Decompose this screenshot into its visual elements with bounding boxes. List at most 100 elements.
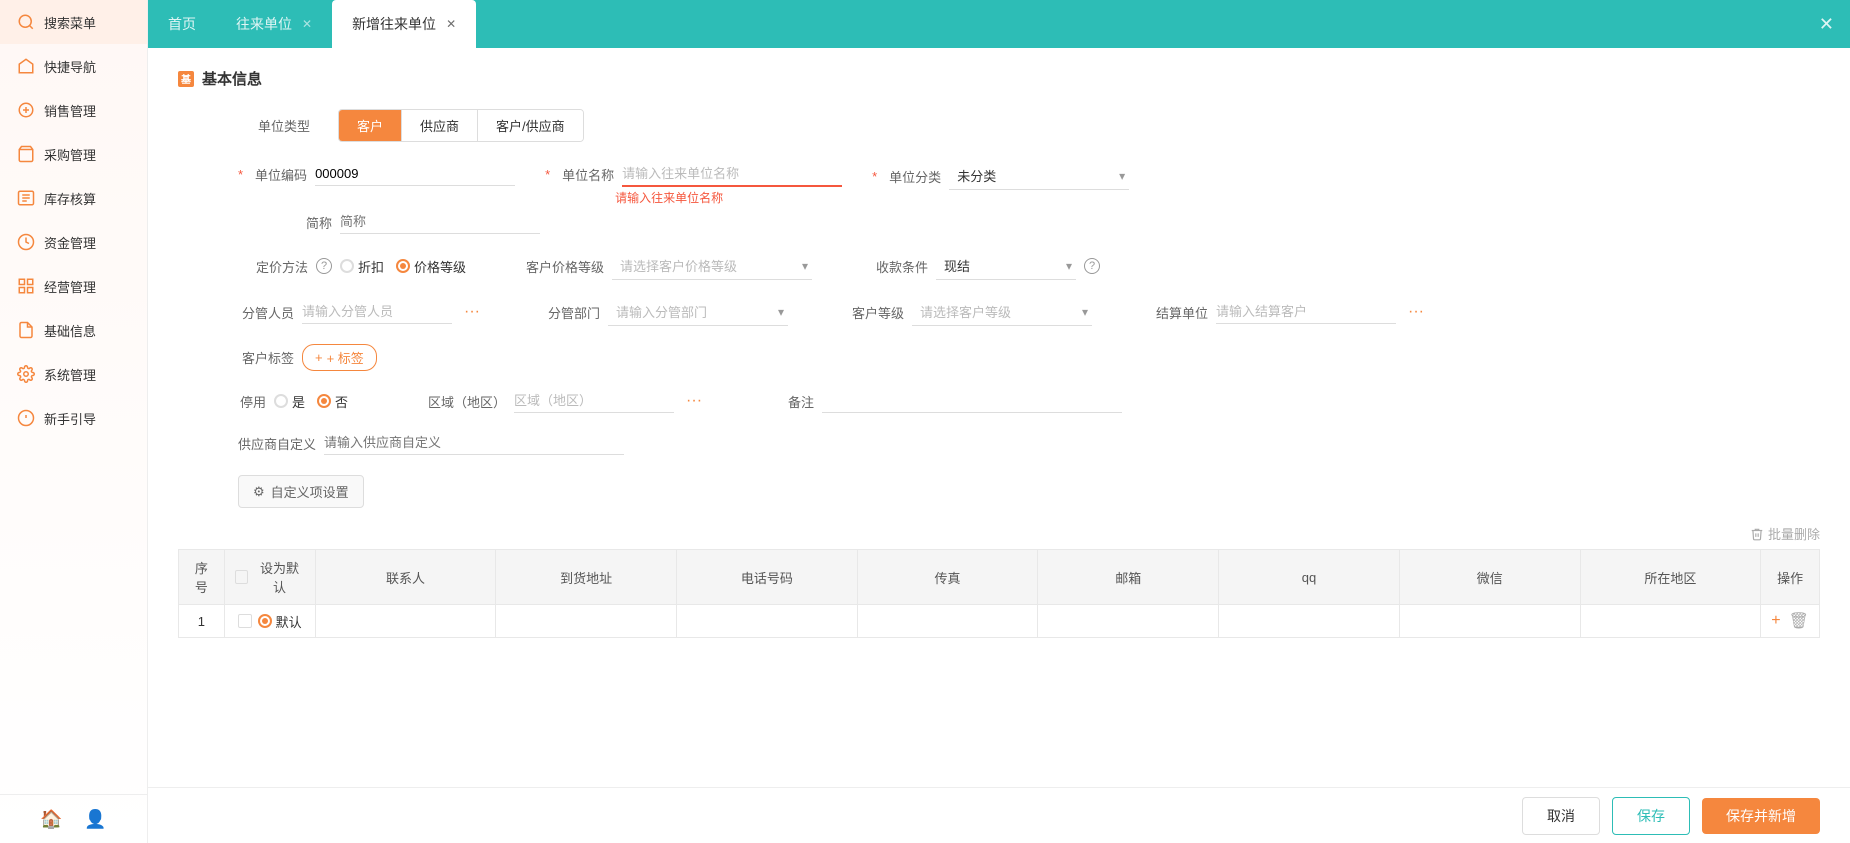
manager-ellipsis[interactable]: ··· (460, 303, 484, 321)
tab-new-partner-close[interactable]: ✕ (446, 17, 456, 31)
cell-email[interactable] (1038, 605, 1219, 638)
sidebar-item-purchase[interactable]: 采购管理 (0, 132, 147, 176)
sidebar-user-icon[interactable]: 👤 (76, 803, 116, 835)
cell-phone[interactable] (676, 605, 857, 638)
col-weixin: 微信 (1399, 550, 1580, 605)
dept-select[interactable]: 请输入分管部门 ▾ (608, 298, 788, 326)
payment-select[interactable]: 现结 ▾ (936, 252, 1076, 280)
cell-qq[interactable] (1219, 605, 1400, 638)
save-add-button[interactable]: 保存并新增 (1702, 798, 1820, 834)
unit-type-buttons: 客户 供应商 客户/供应商 (338, 109, 584, 142)
region-label: 区域（地区） (428, 392, 506, 411)
cell-fax[interactable] (857, 605, 1038, 638)
dept-placeholder: 请输入分管部门 (616, 302, 778, 321)
disable-radio-group: 是 否 (274, 392, 348, 411)
cancel-button[interactable]: 取消 (1522, 797, 1600, 835)
tab-partner[interactable]: 往来单位 ✕ (216, 0, 332, 48)
tag-add-button[interactable]: + + 标签 (302, 344, 377, 371)
row-add-button[interactable]: + (1771, 612, 1780, 630)
tab-partner-close[interactable]: ✕ (302, 17, 312, 31)
cell-address[interactable] (496, 605, 677, 638)
settlement-ellipsis[interactable]: ··· (1404, 303, 1428, 321)
sidebar-item-system[interactable]: 系统管理 (0, 352, 147, 396)
tab-home[interactable]: 首页 (148, 0, 216, 48)
unit-code-label: 单位编码 (251, 165, 307, 184)
sales-icon (16, 100, 36, 120)
region-ellipsis[interactable]: ··· (682, 392, 706, 410)
fax-input[interactable] (868, 614, 1028, 629)
form-footer: 取消 保存 保存并新增 (148, 787, 1850, 843)
sidebar-home-icon[interactable]: 🏠 (32, 803, 72, 835)
finance-icon (16, 232, 36, 252)
pricing-radio-discount[interactable]: 折扣 (340, 257, 384, 276)
unit-type-row: 单位类型 客户 供应商 客户/供应商 (238, 109, 1820, 142)
custom-settings-button[interactable]: ⚙ 自定义项设置 (238, 475, 364, 508)
sidebar-item-search-label: 搜索菜单 (44, 13, 96, 32)
row-checkbox[interactable] (238, 614, 252, 628)
sidebar-item-search[interactable]: 搜索菜单 (0, 0, 147, 44)
tag-add-label: + 标签 (327, 348, 364, 367)
abbr-input[interactable] (340, 210, 540, 234)
customer-price-arrow: ▾ (802, 259, 808, 273)
pricing-radio-price-level[interactable]: 价格等级 (396, 257, 466, 276)
batch-delete-button[interactable]: 批量删除 (1750, 524, 1820, 543)
sidebar-item-sales[interactable]: 销售管理 (0, 88, 147, 132)
sidebar-item-quick-nav-label: 快捷导航 (44, 57, 96, 76)
sidebar-item-system-label: 系统管理 (44, 365, 96, 384)
address-input[interactable] (506, 614, 666, 629)
table-select-all[interactable] (235, 570, 249, 584)
unit-category-select[interactable]: 未分类 ▾ (949, 162, 1129, 190)
email-input[interactable] (1048, 614, 1208, 629)
pricing-label: 定价方法 (238, 257, 308, 276)
remark-input[interactable] (822, 389, 1122, 413)
abbr-label: 简称 (304, 213, 332, 232)
type-btn-customer[interactable]: 客户 (339, 110, 402, 141)
sidebar-item-quick-nav[interactable]: 快捷导航 (0, 44, 147, 88)
cell-contact[interactable] (315, 605, 496, 638)
sidebar-item-operations[interactable]: 经营管理 (0, 264, 147, 308)
region-table-input[interactable] (1591, 614, 1751, 629)
pricing-help-icon[interactable]: ? (316, 258, 332, 274)
type-btn-both[interactable]: 客户/供应商 (478, 110, 583, 141)
qq-input[interactable] (1229, 614, 1389, 629)
sidebar-item-finance[interactable]: 资金管理 (0, 220, 147, 264)
contacts-table: 序号 设为默认 联系人 到货地址 电话号码 传真 邮箱 qq (178, 549, 1820, 638)
phone-input[interactable] (687, 614, 847, 629)
unit-name-input[interactable] (622, 162, 842, 187)
unit-code-input[interactable] (315, 162, 515, 186)
col-email: 邮箱 (1038, 550, 1219, 605)
col-qq: qq (1219, 550, 1400, 605)
col-address: 到货地址 (496, 550, 677, 605)
region-input[interactable] (514, 389, 674, 413)
sidebar-item-inventory[interactable]: 库存核算 (0, 176, 147, 220)
row-default-radio[interactable]: 默认 (258, 612, 302, 631)
cell-weixin[interactable] (1399, 605, 1580, 638)
manager-input[interactable] (302, 300, 452, 324)
tab-bar-close-all[interactable]: ✕ (1819, 14, 1834, 35)
sidebar-item-guide[interactable]: 新手引导 (0, 396, 147, 440)
tab-bar: 首页 往来单位 ✕ 新增往来单位 ✕ ✕ (148, 0, 1850, 48)
disable-radio-yes[interactable]: 是 (274, 392, 305, 411)
customer-price-label: 客户价格等级 (526, 257, 604, 276)
save-button[interactable]: 保存 (1612, 797, 1690, 835)
customer-level-select[interactable]: 请选择客户等级 ▾ (912, 298, 1092, 326)
row-default-label: 默认 (276, 612, 302, 631)
cell-region[interactable] (1580, 605, 1761, 638)
row-default-circle (258, 614, 272, 628)
settlement-input[interactable] (1216, 300, 1396, 324)
type-btn-supplier[interactable]: 供应商 (402, 110, 478, 141)
sidebar-item-basic-info[interactable]: 基础信息 (0, 308, 147, 352)
unit-category-label: 单位分类 (885, 167, 941, 186)
contact-input[interactable] (326, 614, 486, 629)
supplier-custom-input[interactable] (324, 431, 624, 455)
tab-partner-label: 往来单位 (236, 14, 292, 34)
row-delete-button[interactable]: 🗑 (1789, 611, 1809, 631)
weixin-input[interactable] (1410, 614, 1570, 629)
customer-price-select[interactable]: 请选择客户价格等级 ▾ (612, 252, 812, 280)
payment-help-icon[interactable]: ? (1084, 258, 1100, 274)
system-icon (16, 364, 36, 384)
unit-name-error: 请输入往来单位名称 (615, 189, 723, 206)
tab-new-partner[interactable]: 新增往来单位 ✕ (332, 0, 476, 48)
disable-radio-no[interactable]: 否 (317, 392, 348, 411)
purchase-icon (16, 144, 36, 164)
